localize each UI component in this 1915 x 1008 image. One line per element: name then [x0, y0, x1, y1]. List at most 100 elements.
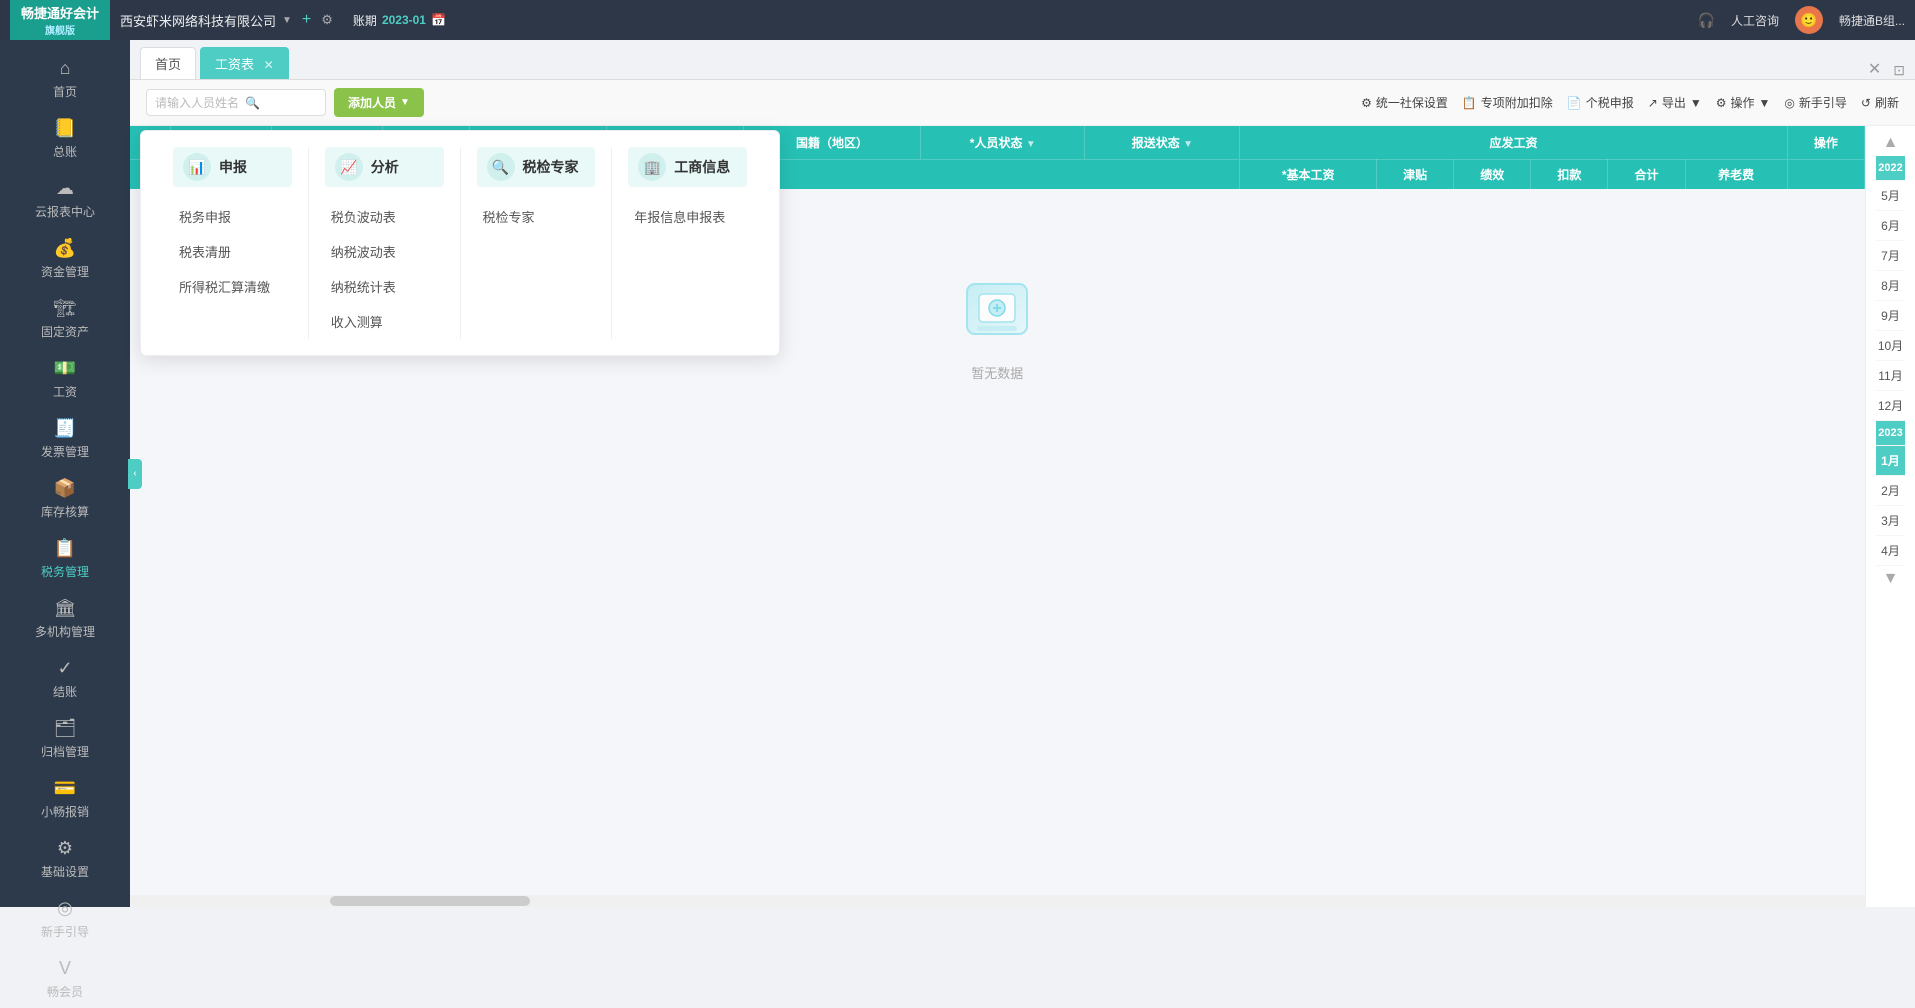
month-item-4月[interactable]: 4月: [1876, 536, 1905, 566]
search-icon: 🔍: [245, 96, 260, 110]
operations-button[interactable]: ⚙ 操作 ▼: [1716, 94, 1771, 111]
user-name[interactable]: 畅捷通B组...: [1839, 12, 1905, 29]
sidebar-item-云报表中心[interactable]: ☁ 云报表中心: [0, 168, 130, 228]
dropdown-item-税务申报[interactable]: 税务申报: [173, 199, 292, 234]
sidebar-icon: 💰: [54, 238, 76, 259]
guide-icon: ◎: [1784, 96, 1794, 110]
tab-bar: 首页 工资表 ✕ ✕ ⊡: [130, 40, 1915, 80]
dropdown-item-年报信息申报表[interactable]: 年报信息申报表: [628, 199, 747, 234]
sidebar-icon: ⌂: [60, 58, 71, 79]
month-item-5月[interactable]: 5月: [1876, 181, 1905, 211]
sidebar-label: 首页: [53, 83, 77, 100]
sidebar-icon: ⚙: [57, 838, 73, 859]
month-item-2月[interactable]: 2月: [1876, 476, 1905, 506]
sidebar-label: 多机构管理: [35, 623, 95, 640]
sidebar-label: 固定资产: [41, 323, 89, 340]
tax-report-icon: 📄: [1567, 96, 1582, 110]
horizontal-scrollbar[interactable]: [130, 895, 1865, 907]
sidebar-icon: ◎: [57, 898, 73, 919]
sidebar-item-发票管理[interactable]: 🧾 发票管理: [0, 408, 130, 468]
dropdown-item-税表清册[interactable]: 税表清册: [173, 234, 292, 269]
filter-report-icon[interactable]: ▼: [1183, 139, 1193, 150]
month-item-8月[interactable]: 8月: [1876, 271, 1905, 301]
sub-col-allowance: 津贴: [1377, 160, 1454, 190]
month-item-10月[interactable]: 10月: [1876, 331, 1905, 361]
dropdown-col-分析: 📈 分析 税负波动表纳税波动表纳税统计表收入测算: [309, 147, 461, 339]
sidebar-label: 小畅报销: [41, 803, 89, 820]
sidebar-item-结账[interactable]: ✓ 结账: [0, 648, 130, 708]
social-insurance-button[interactable]: ⚙ 统一社保设置: [1361, 94, 1448, 111]
settings-icon[interactable]: ⚙: [321, 12, 333, 28]
window-close-icon[interactable]: ✕: [1868, 59, 1881, 79]
tab-close-icon[interactable]: ✕: [264, 58, 274, 72]
tax-report-button[interactable]: 📄 个税申报: [1567, 94, 1634, 111]
col-operation: 操作: [1787, 126, 1864, 160]
dropdown-item-纳税统计表[interactable]: 纳税统计表: [325, 269, 444, 304]
dropdown-item-收入测算[interactable]: 收入测算: [325, 304, 444, 339]
sidebar-collapse-button[interactable]: ‹: [128, 459, 142, 489]
sidebar-item-总账[interactable]: 📒 总账: [0, 108, 130, 168]
sidebar-item-新手引导[interactable]: ◎ 新手引导: [0, 888, 130, 948]
sidebar-label: 基础设置: [41, 863, 89, 880]
dropdown-item-税负波动表[interactable]: 税负波动表: [325, 199, 444, 234]
sidebar-item-归档管理[interactable]: 🗂 归档管理: [0, 708, 130, 768]
sidebar-item-首页[interactable]: ⌂ 首页: [0, 48, 130, 108]
refresh-button[interactable]: ↺ 刷新: [1861, 94, 1899, 111]
dropdown-item-纳税波动表[interactable]: 纳税波动表: [325, 234, 444, 269]
window-restore-icon[interactable]: ⊡: [1893, 62, 1905, 79]
month-item-6月[interactable]: 6月: [1876, 211, 1905, 241]
empty-text: 暂无数据: [971, 363, 1023, 382]
add-company-icon[interactable]: +: [302, 11, 311, 29]
app-logo: 畅捷通好会计 旗舰版: [10, 0, 110, 40]
export-button[interactable]: ↗ 导出 ▼: [1648, 94, 1702, 111]
add-person-button[interactable]: 添加人员 ▼: [334, 88, 424, 117]
col-title-申报: 申报: [219, 157, 247, 177]
month-item-9月[interactable]: 9月: [1876, 301, 1905, 331]
deductions-button[interactable]: 📋 专项附加扣除: [1462, 94, 1553, 111]
period-info: 账期 2023-01 📅: [353, 12, 446, 29]
dropdown-col-工商信息: 🏢 工商信息 年报信息申报表: [612, 147, 763, 339]
month-item-7月[interactable]: 7月: [1876, 241, 1905, 271]
sidebar-item-畅会员[interactable]: V 畅会员: [0, 948, 130, 1008]
dropdown-item-税检专家[interactable]: 税检专家: [477, 199, 596, 234]
col-title-工商信息: 工商信息: [674, 157, 730, 177]
sidebar-icon: 📒: [54, 118, 76, 139]
dropdown-col-header-申报: 📊 申报: [173, 147, 292, 187]
sidebar-item-小畅报销[interactable]: 💳 小畅报销: [0, 768, 130, 828]
col-title-税检专家: 税检专家: [523, 157, 579, 177]
col-group-salary: 应发工资: [1240, 126, 1787, 160]
sidebar-label: 税务管理: [41, 563, 89, 580]
dropdown-item-所得税汇算清缴[interactable]: 所得税汇算清缴: [173, 269, 292, 304]
filter-status-icon[interactable]: ▼: [1026, 139, 1036, 150]
sidebar-item-资金管理[interactable]: 💰 资金管理: [0, 228, 130, 288]
tab-home[interactable]: 首页: [140, 47, 196, 79]
service-label[interactable]: 人工咨询: [1731, 12, 1779, 29]
dropdown-columns: 📊 申报 税务申报税表清册所得税汇算清缴 📈 分析 税负波动表纳税波动表纳税统计…: [157, 147, 763, 339]
sub-col-pension: 养老费: [1685, 160, 1787, 190]
search-box[interactable]: 请输入人员姓名 🔍: [146, 89, 326, 116]
month-item-3月[interactable]: 3月: [1876, 506, 1905, 536]
toolbar-actions: ⚙ 统一社保设置 📋 专项附加扣除 📄 个税申报 ↗ 导出 ▼ ⚙: [1361, 94, 1899, 111]
guide-button[interactable]: ◎ 新手引导: [1784, 94, 1847, 111]
scrollbar-thumb[interactable]: [330, 896, 530, 906]
sidebar-item-多机构管理[interactable]: 🏛 多机构管理: [0, 588, 130, 648]
month-nav-down[interactable]: ▼: [1866, 566, 1915, 592]
company-dropdown-icon[interactable]: ▼: [282, 15, 292, 26]
month-item-11月[interactable]: 11月: [1876, 361, 1905, 391]
sidebar-icon: 🗂: [54, 718, 77, 739]
sidebar-item-工资[interactable]: 💵 工资: [0, 348, 130, 408]
month-item-12月[interactable]: 12月: [1876, 391, 1905, 421]
year-2022-badge: 2022: [1876, 156, 1905, 181]
dropdown-col-税检专家: 🔍 税检专家 税检专家: [461, 147, 613, 339]
sidebar-item-税务管理[interactable]: 📋 税务管理: [0, 528, 130, 588]
calendar-icon[interactable]: 📅: [431, 13, 446, 27]
sidebar-item-库存核算[interactable]: 📦 库存核算: [0, 468, 130, 528]
dropdown-col-header-分析: 📈 分析: [325, 147, 444, 187]
month-item-1月[interactable]: 1月: [1876, 446, 1905, 476]
tab-salary[interactable]: 工资表 ✕: [200, 47, 289, 79]
sidebar-item-基础设置[interactable]: ⚙ 基础设置: [0, 828, 130, 888]
month-nav-up[interactable]: ▲: [1866, 130, 1915, 156]
col-icon-分析: 📈: [335, 153, 363, 181]
company-selector[interactable]: 西安虾米网络科技有限公司 ▼ + ⚙: [120, 11, 333, 30]
sidebar-item-固定资产[interactable]: 🏗 固定资产: [0, 288, 130, 348]
